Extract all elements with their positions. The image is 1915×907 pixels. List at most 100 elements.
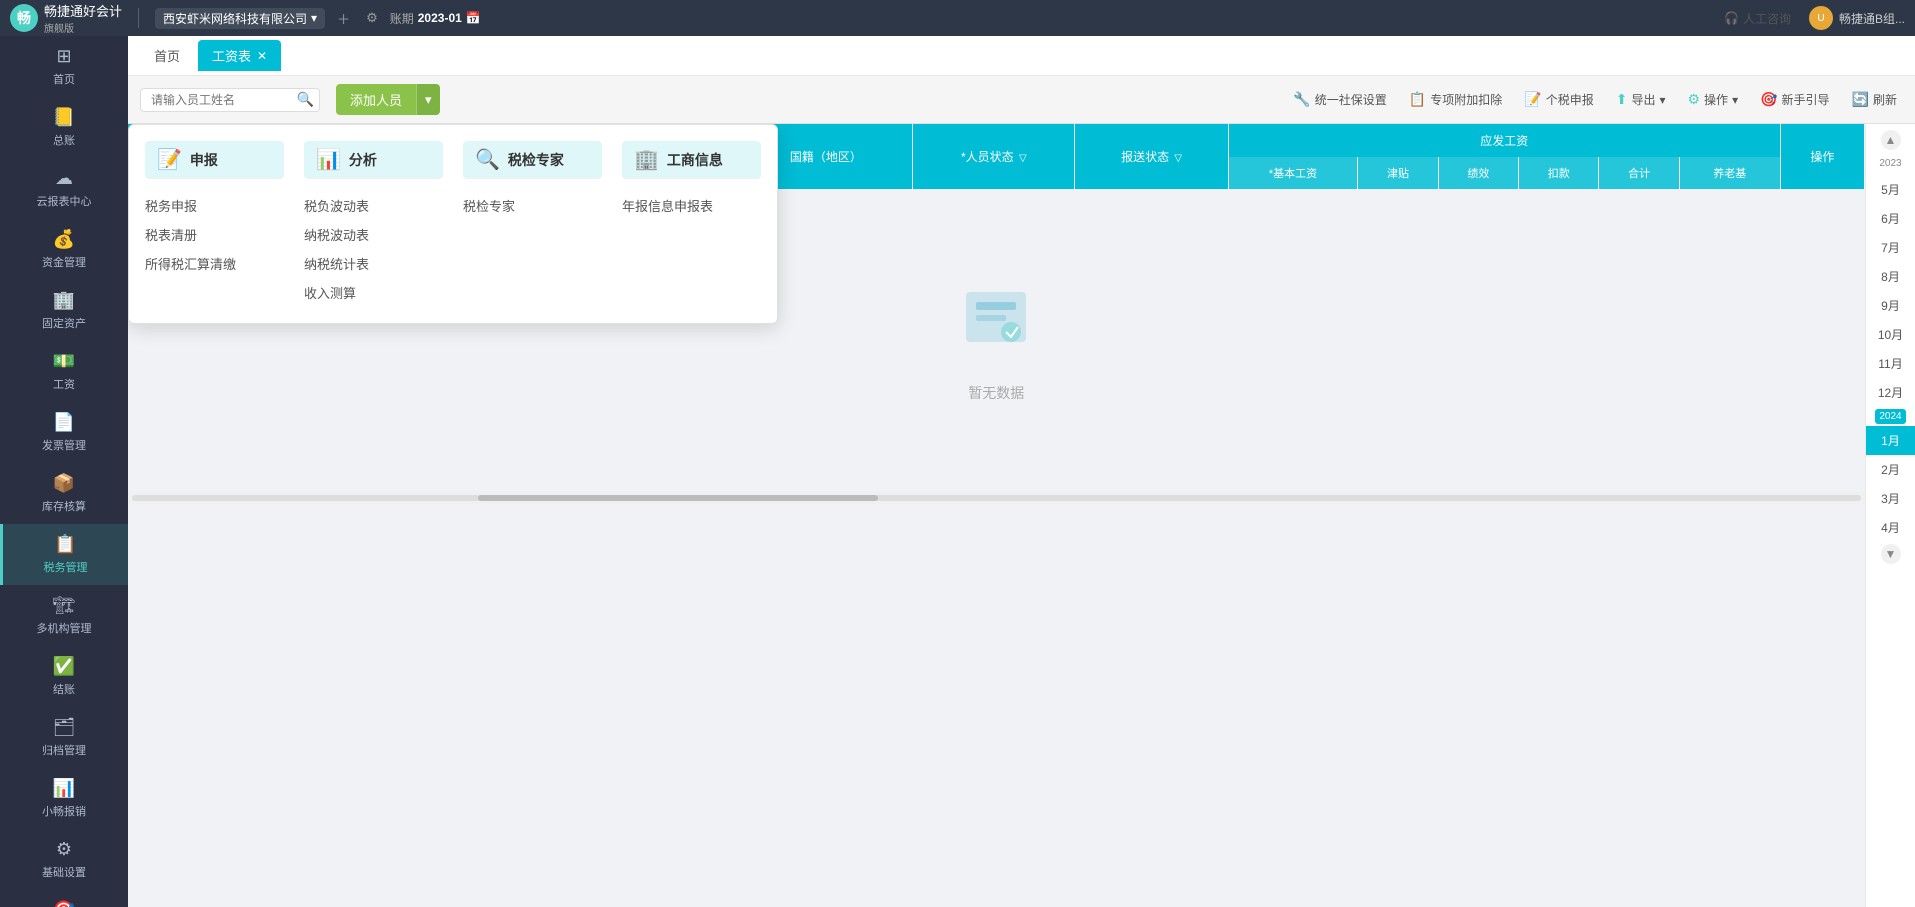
main-content: 首页 工资表 ✕ 🔍 添加人员 ▾ 🔧 统 xyxy=(128,36,1915,907)
sidebar-item-cloud[interactable]: ☁ 云报表中心 xyxy=(0,158,128,219)
month-1[interactable]: 1月 xyxy=(1866,426,1915,455)
export-dropdown-icon: ▾ xyxy=(1659,93,1665,107)
month-12[interactable]: 12月 xyxy=(1866,378,1915,407)
top-bar-right: 🎧 人工咨询 U 畅捷通B组... xyxy=(1718,6,1905,31)
social-insurance-btn[interactable]: 🔧 统一社保设置 xyxy=(1287,87,1392,112)
dropdown-item-tax-table[interactable]: 税表清册 xyxy=(145,220,284,249)
month-nav-down[interactable]: ▼ xyxy=(1881,544,1901,564)
dropdown-item-income-calc2[interactable]: 收入测算 xyxy=(304,278,443,307)
month-3[interactable]: 3月 xyxy=(1866,484,1915,513)
month-nav-up[interactable]: ▲ xyxy=(1881,130,1901,150)
add-company-btn[interactable]: ＋ xyxy=(333,5,354,32)
guide-icon: 🎯 xyxy=(53,900,75,907)
company-selector[interactable]: 西安虾米网络科技有限公司 ▾ xyxy=(155,8,325,29)
sidebar-item-invoice[interactable]: 📄 发票管理 xyxy=(0,402,128,463)
sidebar-item-report[interactable]: 📊 小畅报销 xyxy=(0,768,128,829)
sidebar-cloud-label: 云报表中心 xyxy=(37,193,92,209)
month-11[interactable]: 11月 xyxy=(1866,349,1915,378)
month-panel: ▲ 2023 5月 6月 7月 8月 9月 10月 11月 12月 2024 1… xyxy=(1865,124,1915,907)
sidebar-item-funds[interactable]: 💰 资金管理 xyxy=(0,219,128,280)
sidebar-item-inventory[interactable]: 📦 库存核算 xyxy=(0,463,128,524)
analysis-section-label: 分析 xyxy=(349,150,377,170)
multi-icon: 🏗 xyxy=(53,595,76,616)
dropdown-item-income-calc[interactable]: 所得税汇算清缴 xyxy=(145,249,284,278)
dropdown-item-tax-expert[interactable]: 税检专家 xyxy=(463,191,602,220)
sidebar-item-guide[interactable]: 🎯 新手引导 xyxy=(0,890,128,907)
company-dropdown-icon: ▾ xyxy=(311,11,317,25)
newbie-label: 新手引导 xyxy=(1782,91,1830,108)
period-label: 账期 xyxy=(390,10,414,27)
support-btn[interactable]: 🎧 人工咨询 xyxy=(1718,6,1797,31)
add-person-group: 添加人员 ▾ xyxy=(336,84,440,115)
logo-text-group: 畅捷通好会计 旗舰版 xyxy=(44,1,122,35)
dropdown-item-tax-payment[interactable]: 纳税波动表 xyxy=(304,220,443,249)
add-person-label: 添加人员 xyxy=(350,90,402,109)
sidebar-item-wages[interactable]: 💵 工资 xyxy=(0,341,128,402)
tax-declare-btn[interactable]: 📝 个税申报 xyxy=(1518,87,1599,112)
month-2023-label: 2023 xyxy=(1866,152,1915,175)
declare-section-label: 申报 xyxy=(190,150,218,170)
headset-icon: 🎧 xyxy=(1724,11,1739,25)
sidebar-item-archive[interactable]: 🗂 归档管理 xyxy=(0,707,128,768)
settle-icon: ✅ xyxy=(53,656,75,677)
sidebar-item-settings[interactable]: ⚙ 基础设置 xyxy=(0,829,128,890)
special-deduction-btn[interactable]: 📋 专项附加扣除 xyxy=(1403,87,1508,112)
tab-close-icon[interactable]: ✕ xyxy=(257,49,267,63)
dropdown-item-tax-stat[interactable]: 纳税统计表 xyxy=(304,249,443,278)
sidebar-item-home[interactable]: ⊞ 首页 xyxy=(0,36,128,97)
tab-home[interactable]: 首页 xyxy=(140,40,194,71)
ledger-icon: 📒 xyxy=(53,107,75,128)
search-icon[interactable]: 🔍 xyxy=(297,91,314,108)
sidebar-item-ledger[interactable]: 📒 总账 xyxy=(0,97,128,158)
month-2[interactable]: 2月 xyxy=(1866,455,1915,484)
dropdown-section-analysis: 📊 分析 税负波动表 纳税波动表 纳税统计表 收入测算 xyxy=(304,141,443,307)
scroll-track xyxy=(132,495,1861,501)
month-4[interactable]: 4月 xyxy=(1866,513,1915,542)
scroll-thumb[interactable] xyxy=(478,495,878,501)
sidebar-item-tax[interactable]: 📋 税务管理 xyxy=(0,524,128,585)
add-person-btn[interactable]: 添加人员 xyxy=(336,84,416,115)
period-value: 2023-01 xyxy=(418,11,462,25)
operate-label: 操作 xyxy=(1704,91,1728,108)
app-subtitle: 旗舰版 xyxy=(44,20,122,35)
top-bar: 畅 畅捷通好会计 旗舰版 西安虾米网络科技有限公司 ▾ ＋ ⚙ 账期 2023-… xyxy=(0,0,1915,36)
sidebar-item-assets[interactable]: 🏢 固定资产 xyxy=(0,280,128,341)
section-header-analysis: 📊 分析 xyxy=(304,141,443,179)
add-person-dropdown-btn[interactable]: ▾ xyxy=(416,84,440,115)
operate-btn[interactable]: ⚙ 操作 ▾ xyxy=(1681,87,1744,112)
dropdown-section-declare: 📝 申报 税务申报 税表清册 所得税汇算清缴 xyxy=(145,141,284,307)
month-5[interactable]: 5月 xyxy=(1866,175,1915,204)
dropdown-item-tax-burden[interactable]: 税负波动表 xyxy=(304,191,443,220)
month-7[interactable]: 7月 xyxy=(1866,233,1915,262)
month-9[interactable]: 9月 xyxy=(1866,291,1915,320)
th-operations: 操作 xyxy=(1780,124,1864,189)
scroll-bar[interactable] xyxy=(128,492,1865,504)
export-icon: ⬆ xyxy=(1616,91,1628,108)
search-input[interactable] xyxy=(140,88,320,112)
sidebar-tax-label: 税务管理 xyxy=(44,559,88,575)
th-report-status[interactable]: 报送状态 ▽ xyxy=(1075,124,1228,189)
status-filter-icon[interactable]: ▽ xyxy=(1019,153,1027,164)
report-filter-icon[interactable]: ▽ xyxy=(1174,153,1182,164)
dropdown-section-business: 🏢 工商信息 年报信息申报表 xyxy=(622,141,761,307)
refresh-btn[interactable]: 🔄 刷新 xyxy=(1846,87,1903,112)
user-info[interactable]: U 畅捷通B组... xyxy=(1809,6,1905,30)
month-10[interactable]: 10月 xyxy=(1866,320,1915,349)
tab-wages[interactable]: 工资表 ✕ xyxy=(198,40,281,71)
newbie-guide-btn[interactable]: 🎯 新手引导 xyxy=(1754,87,1835,112)
month-8[interactable]: 8月 xyxy=(1866,262,1915,291)
export-btn[interactable]: ⬆ 导出 ▾ xyxy=(1610,87,1672,112)
search-wrapper: 🔍 xyxy=(140,88,320,112)
app-layout: ⊞ 首页 📒 总账 ☁ 云报表中心 💰 资金管理 🏢 固定资产 💵 工资 📄 发… xyxy=(0,36,1915,907)
dropdown-item-annual-report[interactable]: 年报信息申报表 xyxy=(622,191,761,220)
th-status[interactable]: *人员状态 ▽ xyxy=(913,124,1075,189)
month-6[interactable]: 6月 xyxy=(1866,204,1915,233)
sidebar-item-settle[interactable]: ✅ 结账 xyxy=(0,646,128,707)
tax-declare-label: 个税申报 xyxy=(1546,91,1594,108)
th-wage-group: 应发工资 xyxy=(1228,124,1780,157)
settings-btn[interactable]: ⚙ xyxy=(362,6,382,30)
dropdown-item-tax-declare[interactable]: 税务申报 xyxy=(145,191,284,220)
sidebar-item-multi[interactable]: 🏗 多机构管理 xyxy=(0,585,128,646)
expert-section-icon: 🔍 xyxy=(475,147,500,172)
period-edit-icon[interactable]: 📅 xyxy=(466,11,481,25)
